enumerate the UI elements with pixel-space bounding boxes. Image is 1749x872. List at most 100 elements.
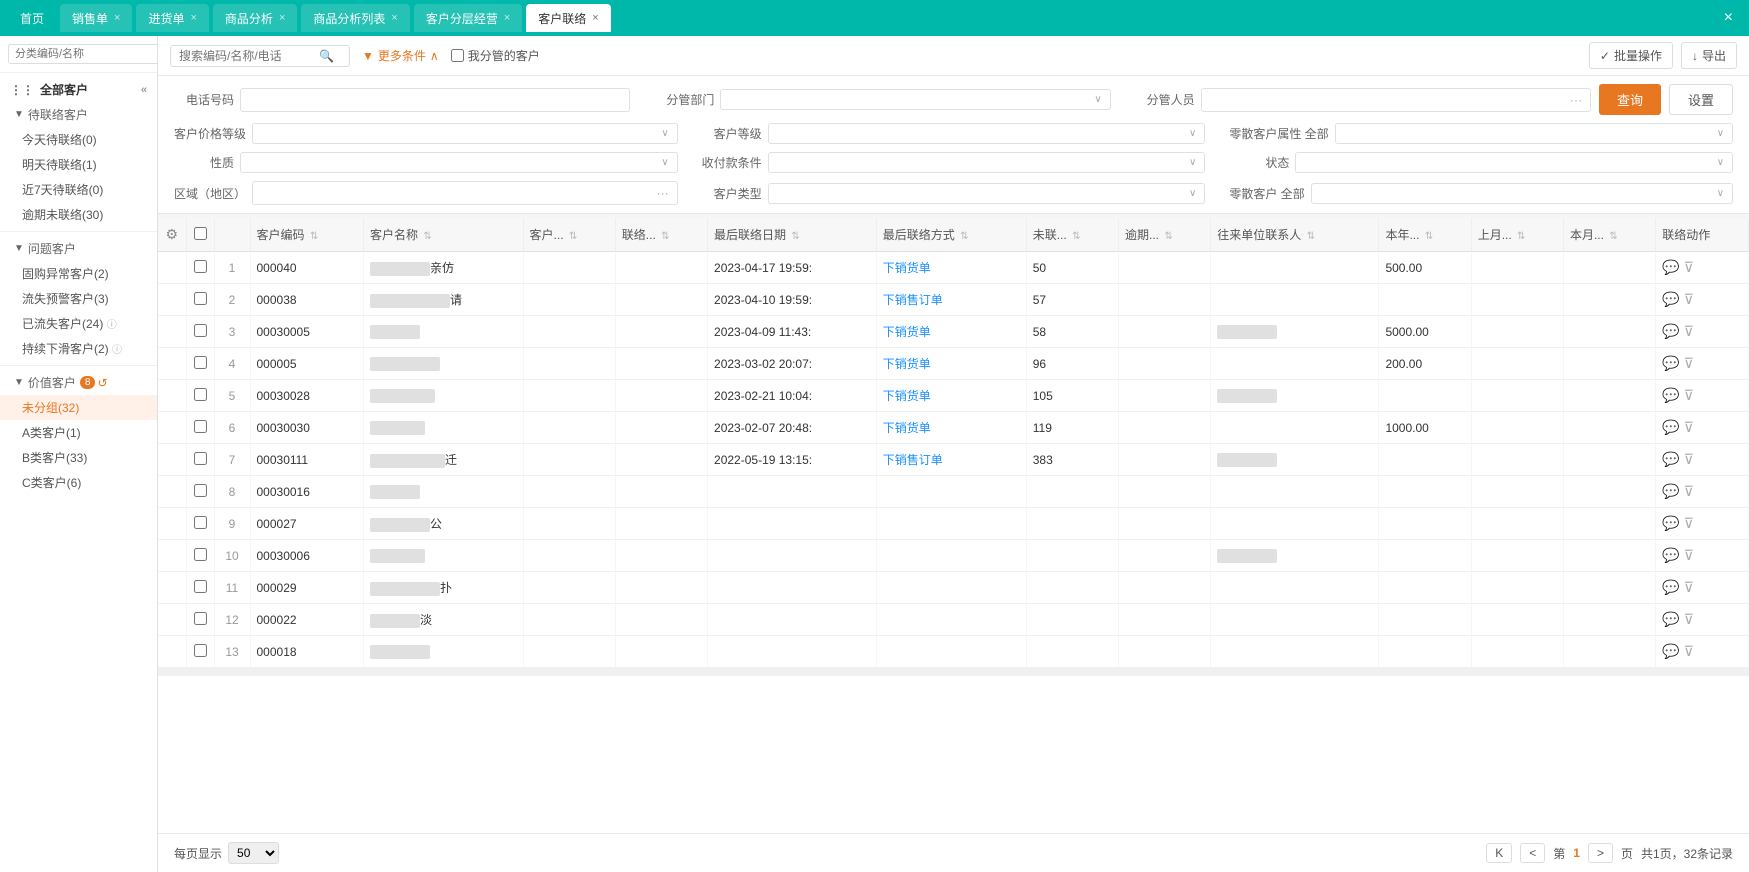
- footer-page-size-select[interactable]: 50 100: [228, 842, 279, 864]
- sidebar-item-7days[interactable]: 近7天待联络(0): [0, 177, 157, 202]
- nav-tab-customer-segment[interactable]: 客户分层经营 ×: [414, 4, 522, 32]
- sidebar-item-today[interactable]: 今天待联络(0): [0, 127, 157, 152]
- row-last-way-link-5[interactable]: 下销货单: [883, 421, 931, 435]
- nav-tab-sales[interactable]: 销售单 ×: [60, 4, 132, 32]
- nav-customer-segment-close[interactable]: ×: [504, 12, 510, 24]
- filter-status-select[interactable]: ∨: [1295, 152, 1733, 173]
- nav-tab-customer-contact[interactable]: 客户联络 ×: [526, 4, 610, 32]
- row-check-0[interactable]: [194, 260, 207, 273]
- action-chat-icon-1[interactable]: 💬: [1662, 291, 1679, 308]
- action-chat-icon-4[interactable]: 💬: [1662, 387, 1679, 404]
- nav-tab-home[interactable]: 首页: [8, 4, 56, 32]
- filter-phone-input[interactable]: [240, 88, 630, 112]
- action-chat-icon-3[interactable]: 💬: [1662, 355, 1679, 372]
- action-chat-icon-5[interactable]: 💬: [1662, 419, 1679, 436]
- filter-cust-grade-select[interactable]: ∨: [768, 123, 1206, 144]
- nav-close-all[interactable]: ×: [1716, 7, 1741, 29]
- action-chat-icon-9[interactable]: 💬: [1662, 547, 1679, 564]
- row-check-9[interactable]: [194, 548, 207, 561]
- action-grid-icon-0[interactable]: ⊽: [1684, 259, 1694, 276]
- sidebar-search-input[interactable]: [8, 44, 158, 64]
- filter-scattered-attr-select[interactable]: ∨: [1335, 123, 1733, 144]
- row-check-10[interactable]: [194, 580, 207, 593]
- action-grid-icon-1[interactable]: ⊽: [1684, 291, 1694, 308]
- nav-product-analysis-close[interactable]: ×: [279, 12, 285, 24]
- row-check-8[interactable]: [194, 516, 207, 529]
- action-grid-icon-5[interactable]: ⊽: [1684, 419, 1694, 436]
- action-grid-icon-2[interactable]: ⊽: [1684, 323, 1694, 340]
- action-grid-icon-10[interactable]: ⊽: [1684, 579, 1694, 596]
- query-button[interactable]: 查询: [1599, 84, 1661, 115]
- nav-tab-product-analysis[interactable]: 商品分析 ×: [213, 4, 297, 32]
- action-grid-icon-9[interactable]: ⊽: [1684, 547, 1694, 564]
- filter-dept-select[interactable]: ∨: [720, 89, 1110, 110]
- col-header-gear[interactable]: ⚙: [158, 218, 186, 252]
- action-chat-icon-10[interactable]: 💬: [1662, 579, 1679, 596]
- footer-next-btn[interactable]: >: [1588, 843, 1613, 863]
- filter-cust-type-select[interactable]: ∨: [768, 183, 1206, 204]
- action-grid-icon-6[interactable]: ⊽: [1684, 451, 1694, 468]
- action-grid-icon-11[interactable]: ⊽: [1684, 611, 1694, 628]
- select-all-check[interactable]: [194, 227, 207, 240]
- row-last-way-link-6[interactable]: 下销售订单: [883, 453, 943, 467]
- action-grid-icon-12[interactable]: ⊽: [1684, 643, 1694, 660]
- action-chat-icon-7[interactable]: 💬: [1662, 483, 1679, 500]
- sidebar-group-pending[interactable]: ▼ 待联络客户: [0, 102, 157, 127]
- sidebar-item-declining[interactable]: 持续下滑客户(2) ⓘ: [0, 336, 157, 361]
- sidebar-collapse-icon[interactable]: «: [141, 84, 147, 96]
- row-check-5[interactable]: [194, 420, 207, 433]
- row-check-6[interactable]: [194, 452, 207, 465]
- sidebar-item-abnormal[interactable]: 固购异常客户(2): [0, 261, 157, 286]
- footer-prev-btn[interactable]: <: [1520, 843, 1545, 863]
- action-chat-icon-6[interactable]: 💬: [1662, 451, 1679, 468]
- sidebar-item-lost[interactable]: 已流失客户(24) ⓘ: [0, 311, 157, 336]
- row-check-3[interactable]: [194, 356, 207, 369]
- sidebar-item-overdue[interactable]: 逾期未联络(30): [0, 202, 157, 227]
- action-grid-icon-7[interactable]: ⊽: [1684, 483, 1694, 500]
- export-button[interactable]: ↓ 导出: [1681, 42, 1737, 69]
- row-last-way-link-1[interactable]: 下销售订单: [883, 293, 943, 307]
- action-grid-icon-3[interactable]: ⊽: [1684, 355, 1694, 372]
- filter-region-dots[interactable]: ···: [657, 186, 669, 200]
- sidebar-item-ungroup[interactable]: 未分组(32): [0, 395, 157, 420]
- action-chat-icon-11[interactable]: 💬: [1662, 611, 1679, 628]
- horizontal-scrollbar[interactable]: [158, 668, 1749, 676]
- action-chat-icon-2[interactable]: 💬: [1662, 323, 1679, 340]
- row-check-7[interactable]: [194, 484, 207, 497]
- batch-operation-button[interactable]: ✓ 批量操作: [1589, 42, 1673, 69]
- row-last-way-link-3[interactable]: 下销货单: [883, 357, 931, 371]
- sidebar-item-class-c[interactable]: C类客户(6): [0, 470, 157, 495]
- sidebar-group-value[interactable]: ▼ 价值客户 8 ↺: [0, 370, 157, 395]
- action-chat-icon-12[interactable]: 💬: [1662, 643, 1679, 660]
- filter-person-input[interactable]: ···: [1201, 88, 1591, 112]
- row-last-way-link-4[interactable]: 下销货单: [883, 389, 931, 403]
- row-last-way-link-2[interactable]: 下销货单: [883, 325, 931, 339]
- row-check-11[interactable]: [194, 612, 207, 625]
- sidebar-item-tomorrow[interactable]: 明天待联络(1): [0, 152, 157, 177]
- sidebar-group-problem[interactable]: ▼ 问题客户: [0, 236, 157, 261]
- action-chat-icon-8[interactable]: 💬: [1662, 515, 1679, 532]
- filter-search-icon[interactable]: 🔍: [319, 49, 334, 63]
- nav-tab-purchase[interactable]: 进货单 ×: [136, 4, 208, 32]
- row-check-4[interactable]: [194, 388, 207, 401]
- filter-payment-select[interactable]: ∨: [768, 152, 1206, 173]
- nav-purchase-close[interactable]: ×: [190, 12, 196, 24]
- row-check-2[interactable]: [194, 324, 207, 337]
- row-check-1[interactable]: [194, 292, 207, 305]
- sidebar-value-refresh[interactable]: ↺: [97, 376, 107, 390]
- sidebar-item-warning[interactable]: 流失预警客户(3): [0, 286, 157, 311]
- filter-price-grade-select[interactable]: ∨: [252, 123, 678, 144]
- filter-scattered-select[interactable]: ∨: [1311, 183, 1733, 204]
- nav-customer-contact-close[interactable]: ×: [592, 12, 598, 24]
- sidebar-item-class-a[interactable]: A类客户(1): [0, 420, 157, 445]
- filter-more-conditions[interactable]: ▼ 更多条件 ∧: [362, 47, 439, 64]
- reset-button[interactable]: 设置: [1669, 84, 1733, 115]
- action-chat-icon-0[interactable]: 💬: [1662, 259, 1679, 276]
- filter-nature-select[interactable]: ∨: [240, 152, 678, 173]
- filter-person-dots[interactable]: ···: [1570, 93, 1582, 107]
- action-grid-icon-8[interactable]: ⊽: [1684, 515, 1694, 532]
- filter-region-input[interactable]: ···: [252, 181, 678, 205]
- footer-first-btn[interactable]: K: [1486, 843, 1512, 863]
- sidebar-item-class-b[interactable]: B类客户(33): [0, 445, 157, 470]
- filter-my-customers-check[interactable]: [451, 49, 464, 62]
